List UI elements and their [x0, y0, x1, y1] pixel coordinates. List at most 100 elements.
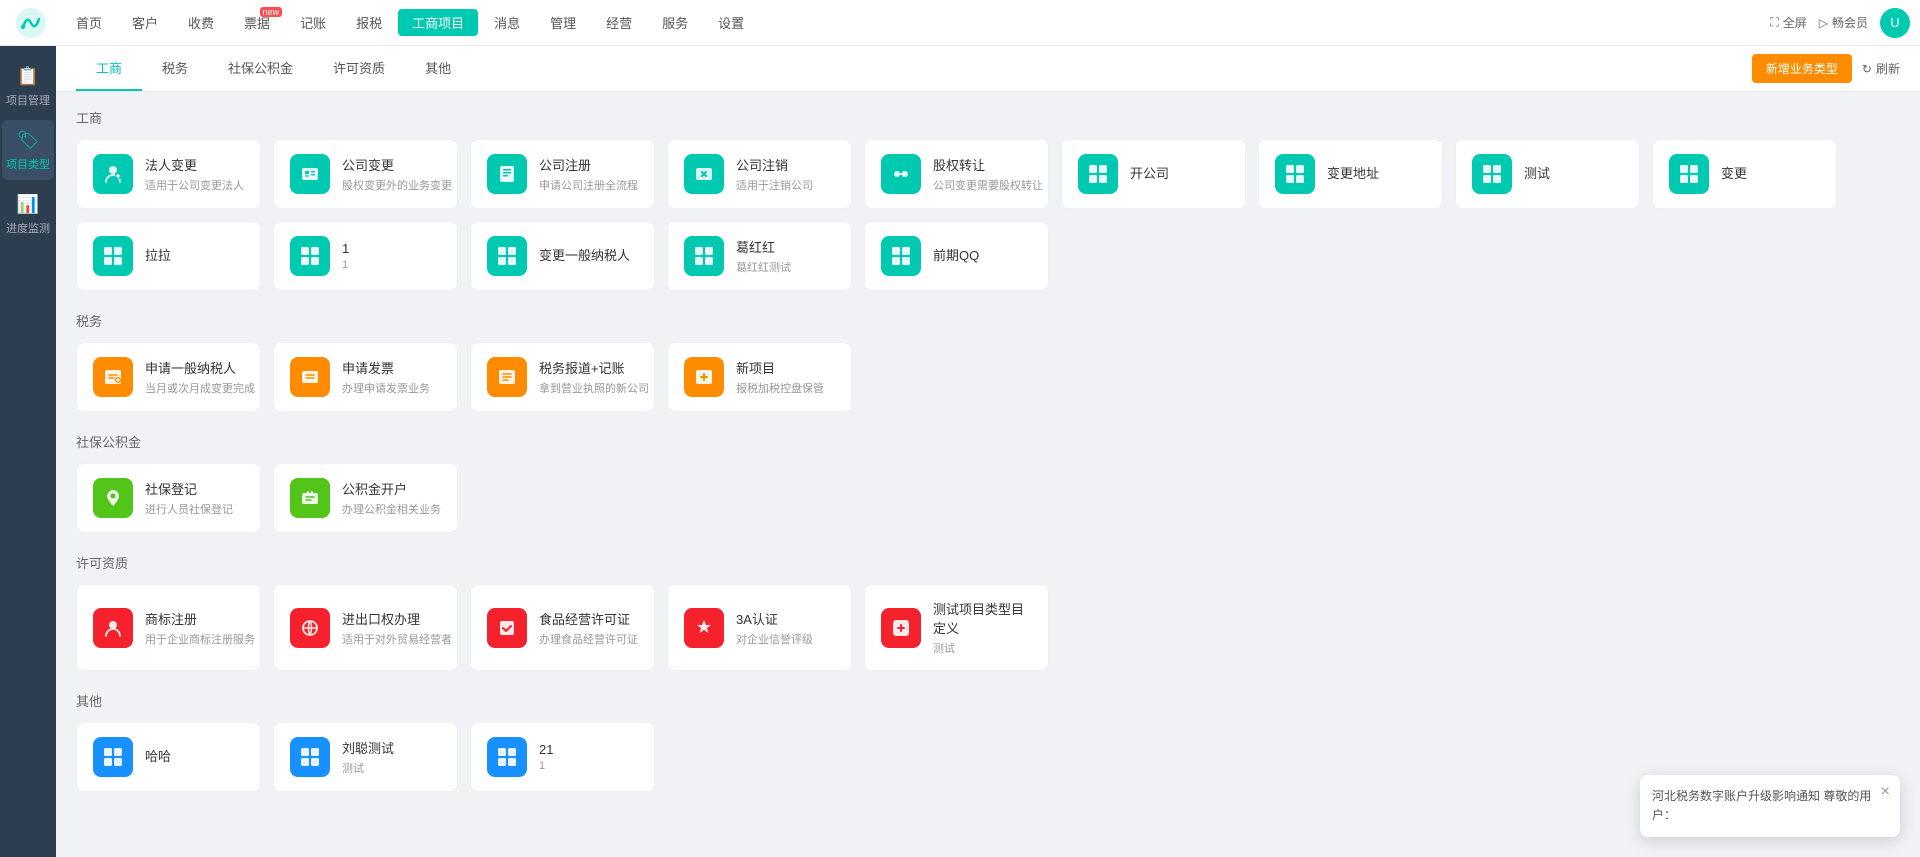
- card-gs13[interactable]: 葛红红葛红红测试: [667, 221, 852, 291]
- nav-item-settings[interactable]: 设置: [704, 9, 758, 36]
- card-gs2[interactable]: 公司变更股权变更外的业务变更: [273, 139, 458, 209]
- sub-tab-shuiwu[interactable]: 税务: [142, 46, 208, 91]
- sub-tab-gongshang[interactable]: 工商: [76, 46, 142, 91]
- card-zz3[interactable]: 食品经营许可证办理食品经营许可证: [470, 584, 655, 671]
- card-name-gs4: 公司注销: [736, 155, 813, 174]
- card-ot2[interactable]: 刘聪测试测试: [273, 722, 458, 792]
- card-text-zz4: 3A认证对企业信誉评级: [736, 609, 813, 647]
- card-text-gs3: 公司注册申请公司注册全流程: [539, 155, 638, 193]
- card-desc-ot3: 1: [539, 760, 553, 772]
- sub-tab-other[interactable]: 其他: [405, 46, 471, 91]
- card-text-gs6: 开公司: [1130, 163, 1169, 185]
- card-zz2[interactable]: 进出口权办理适用于对外贸易经营者: [273, 584, 458, 671]
- card-icon-sw3: [487, 357, 527, 397]
- card-text-gs4: 公司注销适用于注销公司: [736, 155, 813, 193]
- card-name-gs12: 变更一般纳税人: [539, 245, 630, 264]
- section-other: 其他 哈哈 刘聪测试测试 211: [76, 691, 1900, 792]
- sidebar-icon-project-manage: 📋: [16, 64, 40, 88]
- card-desc-ot2: 测试: [342, 760, 394, 776]
- card-icon-zz4: [684, 608, 724, 648]
- card-desc-zz5: 测试: [933, 640, 1032, 656]
- card-desc-gs13: 葛红红测试: [736, 259, 791, 275]
- card-name-sw2: 申请发票: [342, 358, 430, 377]
- card-icon-sw4: [684, 357, 724, 397]
- card-name-zz5: 测试项目类型目定义: [933, 599, 1032, 637]
- card-gs11[interactable]: 11: [273, 221, 458, 291]
- card-gs9[interactable]: 变更: [1652, 139, 1837, 209]
- nav-item-charge[interactable]: 收费: [174, 9, 228, 36]
- card-desc-zz3: 办理食品经营许可证: [539, 631, 638, 647]
- card-icon-sw1: [93, 357, 133, 397]
- sidebar-item-progress-monitor[interactable]: 📊进度监测: [2, 184, 54, 244]
- nav-item-home[interactable]: 首页: [62, 9, 116, 36]
- card-ot3[interactable]: 211: [470, 722, 655, 792]
- card-icon-zz3: [487, 608, 527, 648]
- sub-tab-zizhi[interactable]: 许可资质: [313, 46, 405, 91]
- sidebar-label-project-type: 项目类型: [6, 156, 50, 172]
- card-gs10[interactable]: 拉拉: [76, 221, 261, 291]
- nav-item-project[interactable]: 工商项目: [398, 9, 478, 36]
- member-label: 畅会员: [1832, 14, 1868, 31]
- avatar[interactable]: U: [1880, 8, 1910, 38]
- notification-close-button[interactable]: ×: [1881, 783, 1890, 801]
- card-text-zz5: 测试项目类型目定义测试: [933, 599, 1032, 656]
- card-text-sb1: 社保登记进行人员社保登记: [145, 479, 233, 517]
- card-name-ot3: 21: [539, 742, 553, 757]
- card-gs4[interactable]: 公司注销适用于注销公司: [667, 139, 852, 209]
- refresh-icon: ↻: [1862, 62, 1872, 76]
- app-logo[interactable]: [10, 2, 52, 44]
- card-icon-sb2: [290, 478, 330, 518]
- refresh-button[interactable]: ↻ 刷新: [1862, 60, 1900, 77]
- card-sb1[interactable]: 社保登记进行人员社保登记: [76, 463, 261, 533]
- card-name-sw4: 新项目: [736, 358, 824, 377]
- nav-item-message[interactable]: 消息: [480, 9, 534, 36]
- card-icon-zz2: [290, 608, 330, 648]
- top-nav: 首页客户收费票据new记账报税工商项目消息管理经营服务设置 ⛶ 全屏 ▷ 畅会员…: [0, 0, 1920, 46]
- nav-item-operate[interactable]: 经营: [592, 9, 646, 36]
- sub-tab-shebao[interactable]: 社保公积金: [208, 46, 313, 91]
- card-gs1[interactable]: 法人变更适用于公司变更法人: [76, 139, 261, 209]
- card-sw1[interactable]: 申请一般纳税人当月或次月成变更完成: [76, 342, 261, 412]
- card-desc-gs4: 适用于注销公司: [736, 177, 813, 193]
- card-sw3[interactable]: 税务报道+记账拿到营业执照的新公司: [470, 342, 655, 412]
- cards-grid-zizhi: 商标注册用于企业商标注册服务进出口权办理适用于对外贸易经营者食品经营许可证办理食…: [76, 584, 1900, 671]
- card-gs7[interactable]: 变更地址: [1258, 139, 1443, 209]
- card-desc-gs2: 股权变更外的业务变更: [342, 177, 452, 193]
- nav-badge: new: [260, 7, 283, 17]
- nav-item-account[interactable]: 记账: [286, 9, 340, 36]
- card-desc-gs5: 公司变更需要股权转让: [933, 177, 1043, 193]
- fullscreen-button[interactable]: ⛶ 全屏: [1770, 14, 1806, 31]
- card-sb2[interactable]: 公积金开户办理公积金相关业务: [273, 463, 458, 533]
- card-zz4[interactable]: 3A认证对企业信誉评级: [667, 584, 852, 671]
- card-text-gs5: 股权转让公司变更需要股权转让: [933, 155, 1043, 193]
- card-sw2[interactable]: 申请发票办理申请发票业务: [273, 342, 458, 412]
- card-name-gs14: 前期QQ: [933, 245, 979, 264]
- section-title-shuiwu: 税务: [76, 311, 1900, 330]
- nav-item-client[interactable]: 客户: [118, 9, 172, 36]
- card-icon-gs5: [881, 154, 921, 194]
- member-button[interactable]: ▷ 畅会员: [1819, 14, 1868, 31]
- nav-item-tax[interactable]: 报税: [342, 9, 396, 36]
- card-text-ot2: 刘聪测试测试: [342, 738, 394, 776]
- nav-item-ticket[interactable]: 票据new: [230, 9, 284, 36]
- card-icon-gs14: [881, 236, 921, 276]
- card-zz1[interactable]: 商标注册用于企业商标注册服务: [76, 584, 261, 671]
- sidebar-item-project-manage[interactable]: 📋项目管理: [2, 56, 54, 116]
- card-gs3[interactable]: 公司注册申请公司注册全流程: [470, 139, 655, 209]
- card-icon-gs7: [1275, 154, 1315, 194]
- card-zz5[interactable]: 测试项目类型目定义测试: [864, 584, 1049, 671]
- card-ot1[interactable]: 哈哈: [76, 722, 261, 792]
- card-gs6[interactable]: 开公司: [1061, 139, 1246, 209]
- card-gs14[interactable]: 前期QQ: [864, 221, 1049, 291]
- card-gs5[interactable]: 股权转让公司变更需要股权转让: [864, 139, 1049, 209]
- nav-item-manage[interactable]: 管理: [536, 9, 590, 36]
- card-sw4[interactable]: 新项目报税加税控盘保管: [667, 342, 852, 412]
- notification-popup: × 河北税务数字账户升级影响通知 尊敬的用户：: [1640, 775, 1900, 837]
- sidebar-item-project-type[interactable]: 🏷项目类型: [2, 120, 54, 180]
- nav-item-service[interactable]: 服务: [648, 9, 702, 36]
- card-name-gs7: 变更地址: [1327, 163, 1379, 182]
- add-type-button[interactable]: 新增业务类型: [1752, 54, 1852, 83]
- card-gs8[interactable]: 测试: [1455, 139, 1640, 209]
- card-text-gs10: 拉拉: [145, 245, 171, 267]
- card-gs12[interactable]: 变更一般纳税人: [470, 221, 655, 291]
